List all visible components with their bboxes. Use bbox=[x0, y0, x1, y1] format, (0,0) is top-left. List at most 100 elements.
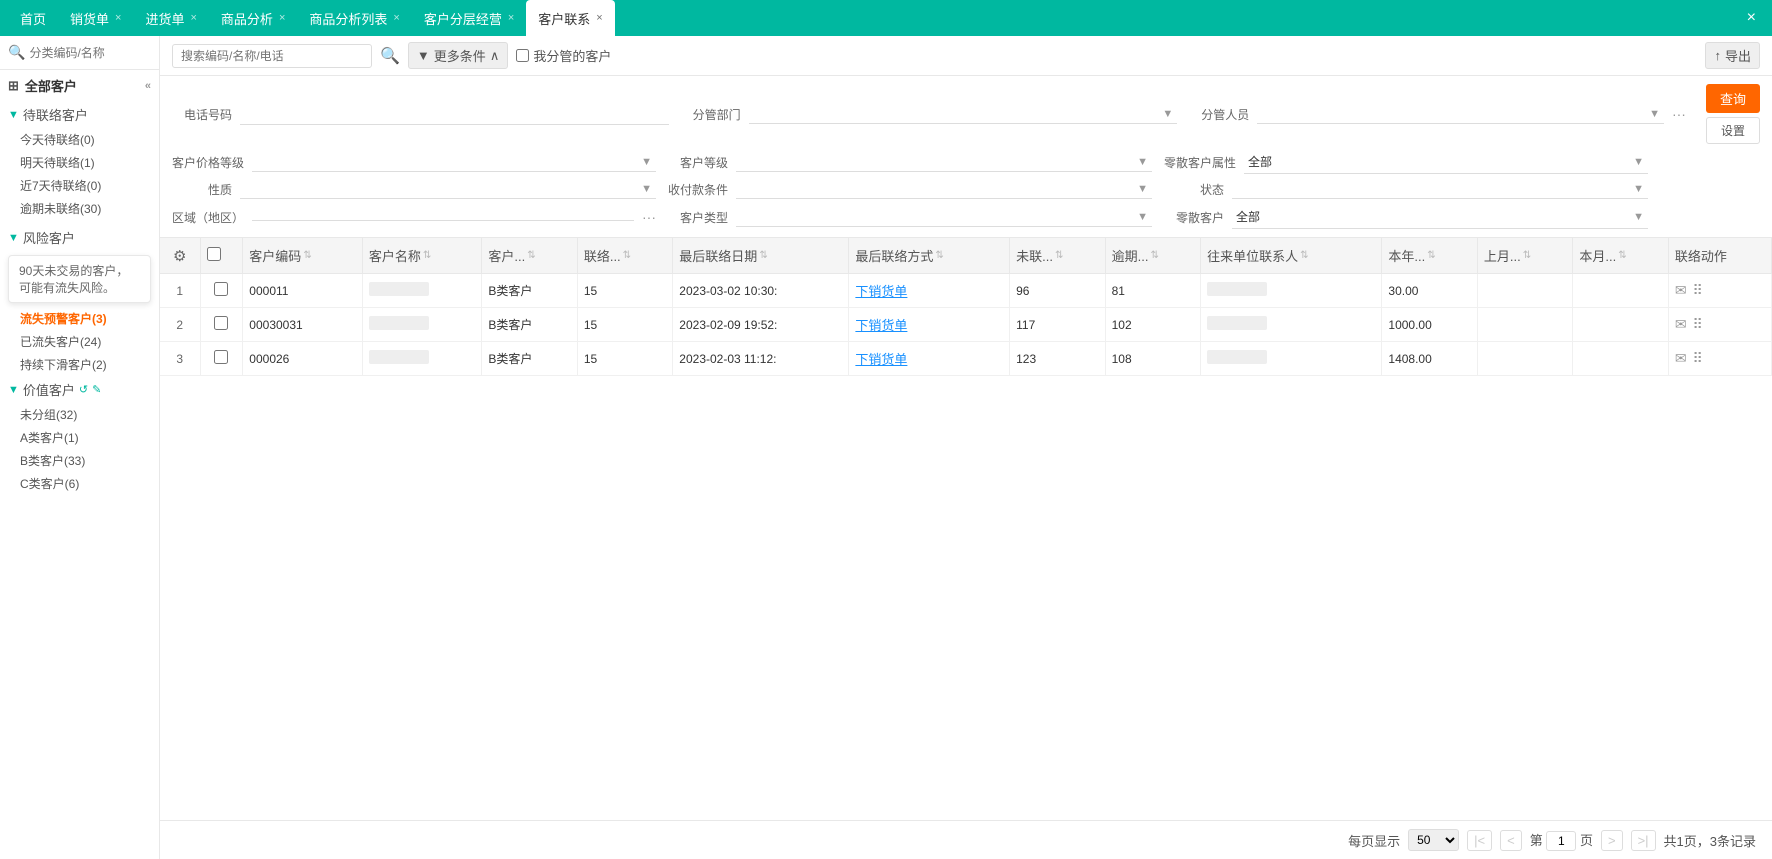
row-checkbox-3[interactable] bbox=[200, 342, 243, 376]
select-all-checkbox[interactable] bbox=[207, 247, 221, 261]
row-this-year-1: 30.00 bbox=[1382, 274, 1477, 308]
query-button[interactable]: 查询 bbox=[1706, 84, 1760, 113]
my-customers-checkbox[interactable] bbox=[516, 49, 529, 62]
collapse-icon[interactable]: « bbox=[145, 80, 151, 92]
row-select-checkbox[interactable] bbox=[214, 316, 228, 330]
sidebar-item-class-b[interactable]: B类客户(33) bbox=[0, 449, 159, 472]
row-last-way-3[interactable]: 下销货单 bbox=[849, 342, 1010, 376]
message-icon[interactable]: ✉ bbox=[1675, 350, 1687, 367]
sort-icon[interactable]: ⇅ bbox=[303, 250, 311, 261]
next-page-button[interactable]: > bbox=[1601, 830, 1623, 851]
sidebar-search-input[interactable] bbox=[29, 46, 151, 60]
all-customers-header[interactable]: ⊞ 全部客户 « bbox=[0, 70, 159, 101]
payment-select[interactable]: ▼ bbox=[736, 180, 1152, 199]
more-conditions-button[interactable]: ▼ 更多条件 ∧ bbox=[408, 42, 508, 69]
retail-attr-select[interactable]: 全部 ▼ bbox=[1244, 150, 1648, 174]
manager-select[interactable]: ▼ bbox=[1257, 105, 1664, 124]
sort-icon[interactable]: ⇅ bbox=[1300, 250, 1308, 261]
nature-select[interactable]: ▼ bbox=[240, 180, 656, 199]
tab-sales[interactable]: 销货单 × bbox=[58, 0, 133, 36]
close-sales-tab[interactable]: × bbox=[115, 12, 121, 24]
more-action-icon[interactable]: ⠿ bbox=[1693, 282, 1703, 299]
row-select-checkbox[interactable] bbox=[214, 350, 228, 364]
my-customers-checkbox-label[interactable]: 我分管的客户 bbox=[516, 46, 611, 65]
sidebar-item-unclassified[interactable]: 未分组(32) bbox=[0, 403, 159, 426]
checkbox-column-header[interactable] bbox=[200, 238, 243, 274]
close-analysis-list-tab[interactable]: × bbox=[393, 12, 399, 24]
sort-icon[interactable]: ⇅ bbox=[1055, 250, 1063, 261]
close-purchase-tab[interactable]: × bbox=[190, 12, 196, 24]
sidebar-item-declining[interactable]: 持续下滑客户(2) bbox=[0, 353, 159, 376]
row-name-3 bbox=[362, 342, 482, 376]
row-checkbox-2[interactable] bbox=[200, 308, 243, 342]
row-overdue-3: 108 bbox=[1105, 342, 1200, 376]
settings-gear-icon[interactable]: ⚙ bbox=[173, 248, 186, 265]
status-select[interactable]: ▼ bbox=[1232, 180, 1648, 199]
settings-button[interactable]: 设置 bbox=[1706, 117, 1760, 144]
sort-icon[interactable]: ⇅ bbox=[1427, 250, 1435, 261]
tab-customer-contact[interactable]: 客户联系 × bbox=[526, 0, 614, 36]
retail-customer-select[interactable]: 全部 ▼ bbox=[1232, 205, 1648, 229]
window-close-button[interactable]: × bbox=[1739, 9, 1764, 27]
region-select[interactable] bbox=[252, 214, 634, 221]
section-value-customer[interactable]: ▼ 价值客户 ↺ ✎ bbox=[0, 376, 159, 403]
close-customer-contact-tab[interactable]: × bbox=[596, 12, 602, 24]
row-actions-3: ✉ ⠿ bbox=[1668, 342, 1771, 376]
sidebar-item-7days[interactable]: 近7天待联络(0) bbox=[0, 174, 159, 197]
close-customer-layer-tab[interactable]: × bbox=[508, 12, 514, 24]
search-button[interactable]: 🔍 bbox=[380, 46, 400, 66]
dept-select[interactable]: ▼ bbox=[749, 105, 1178, 124]
more-dots-region[interactable]: ··· bbox=[642, 209, 656, 225]
first-page-button[interactable]: |< bbox=[1467, 830, 1492, 851]
tab-analysis-list[interactable]: 商品分析列表 × bbox=[297, 0, 411, 36]
more-action-icon[interactable]: ⠿ bbox=[1693, 316, 1703, 333]
prev-page-button[interactable]: < bbox=[1500, 830, 1522, 851]
sort-icon[interactable]: ⇅ bbox=[527, 250, 535, 261]
sidebar-item-class-a[interactable]: A类客户(1) bbox=[0, 426, 159, 449]
per-page-select[interactable]: 50 100 200 bbox=[1408, 829, 1459, 851]
sidebar-item-today[interactable]: 今天待联络(0) bbox=[0, 128, 159, 151]
sidebar-item-churn-warning[interactable]: 流失预警客户(3) bbox=[0, 307, 159, 330]
sort-icon[interactable]: ⇅ bbox=[1618, 250, 1626, 261]
phone-input[interactable] bbox=[240, 104, 669, 125]
row-select-checkbox[interactable] bbox=[214, 282, 228, 296]
tab-customer-layer[interactable]: 客户分层经营 × bbox=[412, 0, 526, 36]
chevron-icon: ∧ bbox=[490, 48, 500, 64]
sort-icon[interactable]: ⇅ bbox=[759, 250, 767, 261]
row-last-way-2[interactable]: 下销货单 bbox=[849, 308, 1010, 342]
sort-icon[interactable]: ⇅ bbox=[1523, 250, 1531, 261]
customer-grade-select[interactable]: ▼ bbox=[736, 153, 1152, 172]
last-page-button[interactable]: >| bbox=[1631, 830, 1656, 851]
row-checkbox-1[interactable] bbox=[200, 274, 243, 308]
sort-icon[interactable]: ⇅ bbox=[1150, 250, 1158, 261]
sidebar-item-tomorrow[interactable]: 明天待联络(1) bbox=[0, 151, 159, 174]
customer-type-select[interactable]: ▼ bbox=[736, 208, 1152, 227]
export-button[interactable]: ↑ 导出 bbox=[1705, 42, 1760, 69]
sort-icon[interactable]: ⇅ bbox=[423, 250, 431, 261]
field-phone: 电话号码 bbox=[172, 104, 669, 125]
tab-purchase[interactable]: 进货单 × bbox=[133, 0, 208, 36]
edit-icon[interactable]: ✎ bbox=[92, 383, 101, 396]
section-risk-customer[interactable]: ▼ 风险客户 bbox=[0, 224, 159, 251]
customer-table: ⚙ 客户编码 ⇅ 客户名称 bbox=[160, 238, 1772, 376]
sidebar-item-overdue[interactable]: 逾期未联络(30) bbox=[0, 197, 159, 220]
sidebar-item-class-c[interactable]: C类客户(6) bbox=[0, 472, 159, 495]
row-last-way-1[interactable]: 下销货单 bbox=[849, 274, 1010, 308]
message-icon[interactable]: ✉ bbox=[1675, 282, 1687, 299]
page-number-input[interactable] bbox=[1546, 831, 1576, 851]
price-level-select[interactable]: ▼ bbox=[252, 153, 656, 172]
tab-analysis[interactable]: 商品分析 × bbox=[209, 0, 297, 36]
sidebar-item-churned[interactable]: 已流失客户(24) bbox=[0, 330, 159, 353]
tab-home[interactable]: 首页 bbox=[8, 0, 58, 36]
more-action-icon[interactable]: ⠿ bbox=[1693, 350, 1703, 367]
refresh-icon[interactable]: ↺ bbox=[79, 383, 88, 396]
more-dots-manager[interactable]: ··· bbox=[1672, 106, 1686, 122]
settings-column-header[interactable]: ⚙ bbox=[160, 238, 200, 274]
section-pending-contact[interactable]: ▼ 待联络客户 bbox=[0, 101, 159, 128]
close-analysis-tab[interactable]: × bbox=[279, 12, 285, 24]
search-input[interactable] bbox=[172, 44, 372, 68]
sort-icon[interactable]: ⇅ bbox=[935, 250, 943, 261]
th-contact: 联络... ⇅ bbox=[577, 238, 672, 274]
sort-icon[interactable]: ⇅ bbox=[623, 250, 631, 261]
message-icon[interactable]: ✉ bbox=[1675, 316, 1687, 333]
